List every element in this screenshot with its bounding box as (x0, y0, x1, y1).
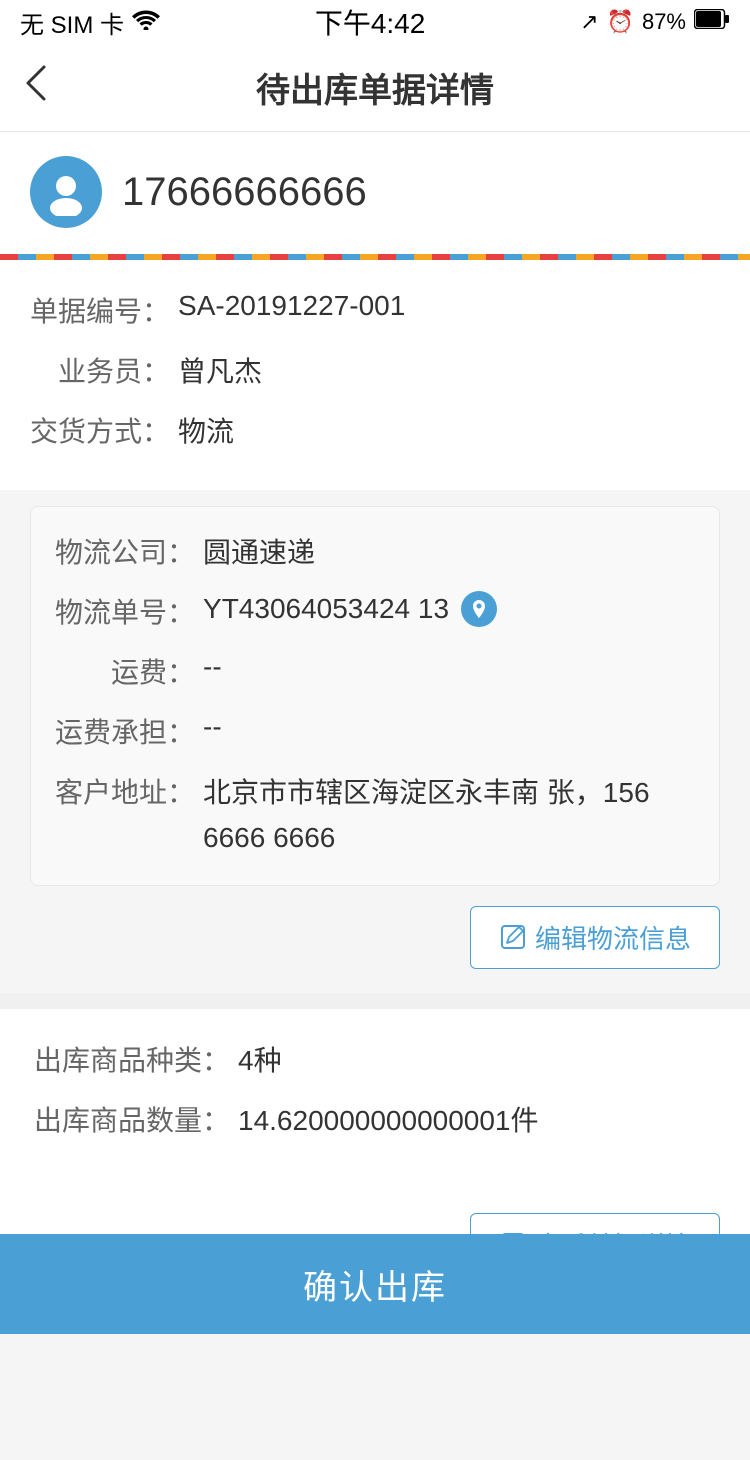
location-status-icon: ↗ (580, 9, 598, 35)
status-left: 无 SIM 卡 (20, 5, 160, 40)
goods-quantity-label: 出库商品数量： (30, 1099, 230, 1139)
logistics-freight-bearer-label: 运费承担： (55, 711, 195, 751)
confirm-bar[interactable]: 确认出库 (0, 1234, 750, 1334)
section-divider-1 (0, 993, 750, 1009)
goods-quantity-row: 出库商品数量： 14.620000000000001件 (30, 1099, 720, 1139)
goods-types-label: 出库商品种类： (30, 1039, 230, 1079)
dashed-divider (0, 252, 750, 260)
avatar (30, 156, 102, 228)
nav-bar: 待出库单据详情 (0, 44, 750, 132)
sales-person-row: 业务员： 曾凡杰 (30, 350, 720, 390)
alarm-icon: ⏰ (607, 9, 634, 35)
customer-header: 17666666666 (0, 132, 750, 252)
sales-person-label: 业务员： (30, 350, 170, 390)
wifi-icon (132, 8, 160, 36)
logistics-company-value: 圆通速递 (195, 531, 695, 571)
delivery-method-value: 物流 (170, 410, 720, 450)
order-info-section: 单据编号： SA-20191227-001 业务员： 曾凡杰 交货方式： 物流 (0, 260, 750, 490)
logistics-freight-value: -- (195, 651, 695, 683)
sim-label: 无 SIM 卡 (20, 5, 124, 40)
goods-quantity-value: 14.620000000000001件 (230, 1099, 720, 1139)
customer-phone: 17666666666 (122, 170, 367, 215)
edit-logistics-button[interactable]: 编辑物流信息 (470, 906, 720, 969)
tracking-location-icon[interactable] (461, 591, 497, 627)
logistics-tracking-row: 物流单号： YT43064053424 13 (55, 591, 695, 631)
logistics-freight-bearer-row: 运费承担： -- (55, 711, 695, 751)
logistics-company-label: 物流公司： (55, 531, 195, 571)
logistics-address-label: 客户地址： (55, 771, 195, 811)
battery-icon (694, 8, 730, 36)
delivery-method-row: 交货方式： 物流 (30, 410, 720, 450)
logistics-tracking-label: 物流单号： (55, 591, 195, 631)
edit-logistics-container: 编辑物流信息 (0, 906, 750, 993)
goods-types-value: 4种 (230, 1039, 720, 1079)
delivery-method-label: 交货方式： (30, 410, 170, 450)
goods-section: 出库商品种类： 4种 出库商品数量： 14.620000000000001件 (0, 1009, 750, 1189)
order-number-label: 单据编号： (30, 290, 170, 330)
back-button[interactable] (24, 63, 48, 112)
battery-percent: 87% (642, 9, 686, 35)
logistics-company-row: 物流公司： 圆通速递 (55, 531, 695, 571)
logistics-card: 物流公司： 圆通速递 物流单号： YT43064053424 13 运费： --… (30, 506, 720, 886)
goods-types-row: 出库商品种类： 4种 (30, 1039, 720, 1079)
edit-logistics-label: 编辑物流信息 (535, 919, 691, 956)
logistics-freight-label: 运费： (55, 651, 195, 691)
order-number-row: 单据编号： SA-20191227-001 (30, 290, 720, 330)
logistics-freight-row: 运费： -- (55, 651, 695, 691)
order-number-value: SA-20191227-001 (170, 290, 720, 322)
sales-person-value: 曾凡杰 (170, 350, 720, 390)
status-right: ↗ ⏰ 87% (580, 8, 730, 36)
status-time: 下午4:42 (315, 2, 426, 42)
logistics-address-row: 客户地址： 北京市市辖区海淀区永丰南 张，156 6666 6666 (55, 771, 695, 861)
logistics-address-value: 北京市市辖区海淀区永丰南 张，156 6666 6666 (195, 771, 695, 861)
status-bar: 无 SIM 卡 下午4:42 ↗ ⏰ 87% (0, 0, 750, 44)
page-title: 待出库单据详情 (256, 63, 494, 112)
confirm-button-label: 确认出库 (303, 1260, 447, 1309)
logistics-tracking-value: YT43064053424 13 (195, 591, 695, 627)
logistics-freight-bearer-value: -- (195, 711, 695, 743)
